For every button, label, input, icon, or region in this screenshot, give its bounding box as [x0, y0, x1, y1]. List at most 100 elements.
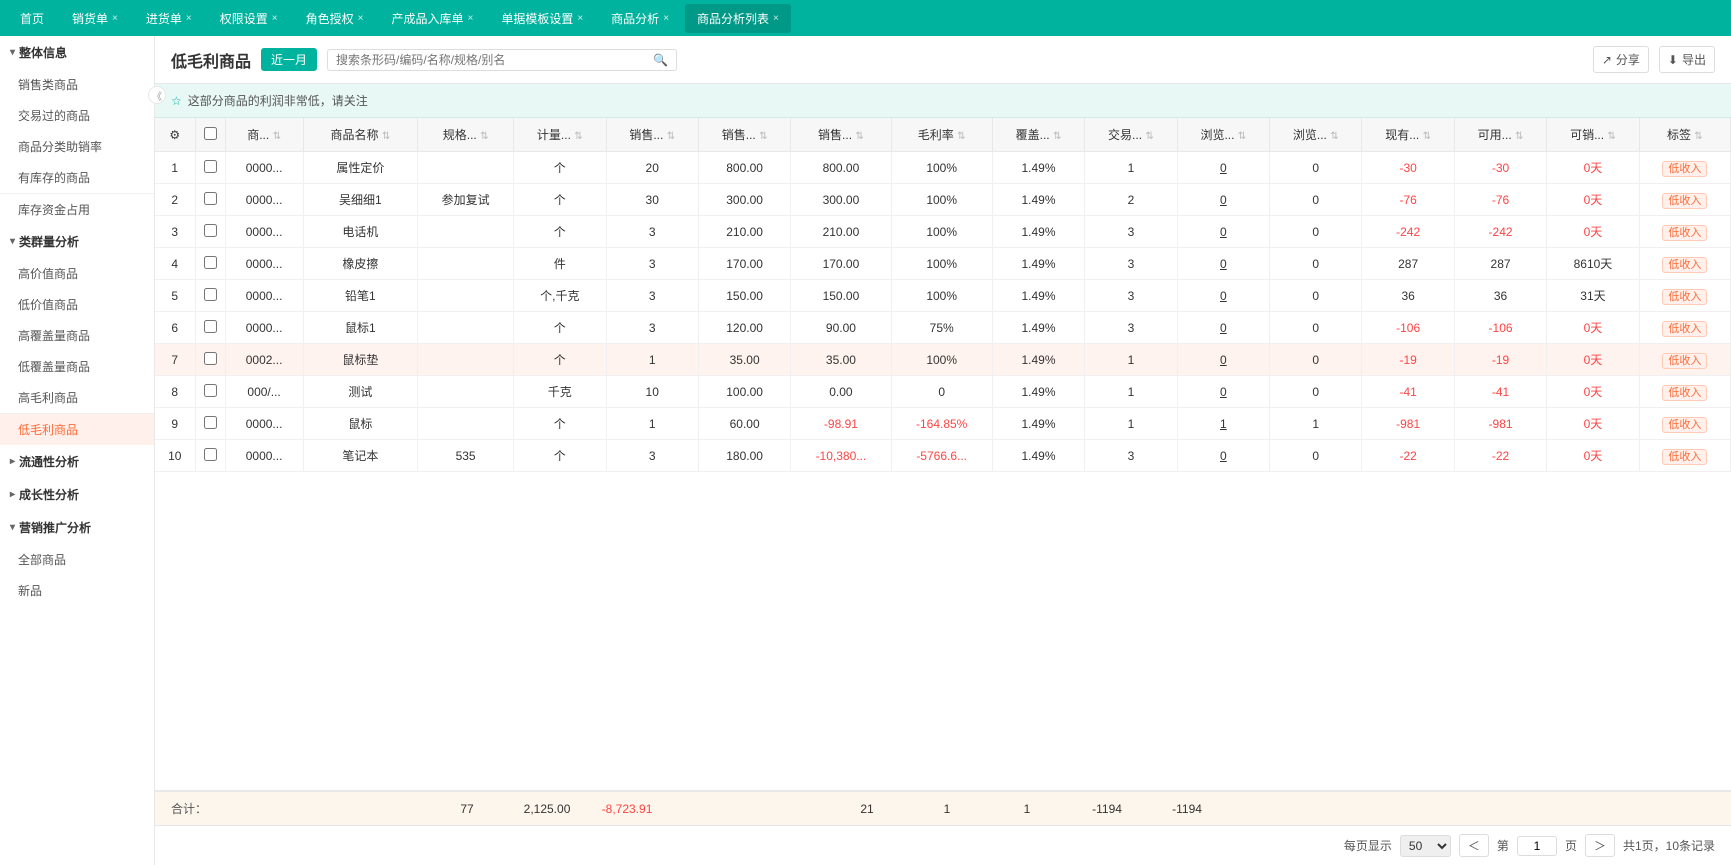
nav-product-analysis[interactable]: 商品分析 ×: [599, 4, 681, 33]
sidebar-section-liquidity[interactable]: ▸ 流通性分析: [0, 445, 154, 478]
row-select-checkbox[interactable]: [204, 384, 217, 397]
sidebar-item-high-value[interactable]: 高价值商品: [0, 258, 154, 289]
sidebar-item-high-coverage[interactable]: 高覆盖量商品: [0, 320, 154, 351]
nav-template-settings[interactable]: 单据模板设置 ×: [489, 4, 595, 33]
sidebar-item-new-goods[interactable]: 新品: [0, 575, 154, 606]
col-tag[interactable]: 标签 ⇅: [1639, 118, 1730, 152]
close-icon[interactable]: ×: [358, 13, 364, 24]
nav-permissions[interactable]: 权限设置 ×: [208, 4, 290, 33]
close-icon[interactable]: ×: [577, 13, 583, 24]
row-browse1[interactable]: 1: [1177, 408, 1269, 440]
row-checkbox[interactable]: [195, 248, 225, 280]
row-browse1[interactable]: 0: [1177, 184, 1269, 216]
col-checkbox[interactable]: [195, 118, 225, 152]
sidebar-item-low-coverage[interactable]: 低覆盖量商品: [0, 351, 154, 382]
close-icon[interactable]: ×: [112, 13, 118, 24]
col-transaction[interactable]: 交易... ⇅: [1085, 118, 1177, 152]
row-select-checkbox[interactable]: [204, 224, 217, 237]
row-select-checkbox[interactable]: [204, 320, 217, 333]
row-select-checkbox[interactable]: [204, 160, 217, 173]
nav-purchase-order[interactable]: 进货单 ×: [134, 4, 204, 33]
row-select-checkbox[interactable]: [204, 448, 217, 461]
sidebar-item-category-rate[interactable]: 商品分类助销率: [0, 131, 154, 162]
sidebar-collapse-button[interactable]: 《: [148, 86, 166, 104]
row-browse1[interactable]: 0: [1177, 312, 1269, 344]
row-select-checkbox[interactable]: [204, 192, 217, 205]
row-checkbox[interactable]: [195, 440, 225, 472]
col-gross-margin[interactable]: 毛利率 ⇅: [891, 118, 992, 152]
close-icon[interactable]: ×: [467, 13, 473, 24]
row-browse1[interactable]: 0: [1177, 344, 1269, 376]
col-code[interactable]: 商... ⇅: [225, 118, 303, 152]
row-sale-price: 100.00: [698, 376, 790, 408]
col-sale-qty[interactable]: 销售... ⇅: [606, 118, 698, 152]
row-checkbox[interactable]: [195, 312, 225, 344]
table-row: 5 0000... 铅笔1 个,千克 3 150.00 150.00 100% …: [155, 280, 1731, 312]
share-button[interactable]: ↗ 分享: [1593, 46, 1649, 73]
col-sale-amount[interactable]: 销售... ⇅: [791, 118, 891, 152]
row-checkbox[interactable]: [195, 376, 225, 408]
col-browse1[interactable]: 浏览... ⇅: [1177, 118, 1269, 152]
col-spec[interactable]: 规格... ⇅: [418, 118, 514, 152]
row-sale-price: 800.00: [698, 152, 790, 184]
row-browse1[interactable]: 0: [1177, 248, 1269, 280]
row-checkbox[interactable]: [195, 408, 225, 440]
page-number-input[interactable]: [1517, 836, 1557, 856]
sidebar-section-growth[interactable]: ▸ 成长性分析: [0, 478, 154, 511]
col-sale-price[interactable]: 销售... ⇅: [698, 118, 790, 152]
row-browse1[interactable]: 0: [1177, 216, 1269, 248]
close-icon[interactable]: ×: [773, 13, 779, 24]
row-checkbox[interactable]: [195, 216, 225, 248]
export-button[interactable]: ⬇ 导出: [1659, 46, 1715, 73]
nav-finished-goods[interactable]: 产成品入库单 ×: [379, 4, 485, 33]
nav-sales-order[interactable]: 销货单 ×: [60, 4, 130, 33]
col-coverage[interactable]: 覆盖... ⇅: [992, 118, 1084, 152]
row-checkbox[interactable]: [195, 344, 225, 376]
page-size-select[interactable]: 50 20 100: [1400, 835, 1451, 857]
sidebar-item-sales-goods[interactable]: 销售类商品: [0, 69, 154, 100]
col-settings[interactable]: ⚙: [155, 118, 195, 152]
search-input[interactable]: [336, 53, 648, 67]
row-browse1[interactable]: 0: [1177, 152, 1269, 184]
sidebar-section-cluster[interactable]: ▾ 类群量分析: [0, 225, 154, 258]
row-browse1[interactable]: 0: [1177, 376, 1269, 408]
select-all-checkbox[interactable]: [204, 127, 217, 140]
row-browse1[interactable]: 0: [1177, 280, 1269, 312]
nav-product-analysis-list[interactable]: 商品分析列表 ×: [685, 4, 791, 33]
sidebar-item-low-value[interactable]: 低价值商品: [0, 289, 154, 320]
col-available[interactable]: 可用... ⇅: [1454, 118, 1546, 152]
row-browse1[interactable]: 0: [1177, 440, 1269, 472]
row-select-checkbox[interactable]: [204, 352, 217, 365]
sidebar-item-low-margin[interactable]: 低毛利商品: [0, 413, 154, 445]
time-filter-button[interactable]: 近一月: [261, 48, 317, 71]
sidebar-section-overall[interactable]: ▾ 整体信息: [0, 36, 154, 69]
col-unit[interactable]: 计量... ⇅: [514, 118, 606, 152]
sidebar-item-traded-goods[interactable]: 交易过的商品: [0, 100, 154, 131]
close-icon[interactable]: ×: [272, 13, 278, 24]
col-current-stock[interactable]: 现有... ⇅: [1362, 118, 1454, 152]
prev-page-button[interactable]: ＜: [1459, 834, 1489, 857]
close-icon[interactable]: ×: [663, 13, 669, 24]
search-icon[interactable]: 🔍: [653, 53, 668, 67]
col-saleable[interactable]: 可销... ⇅: [1547, 118, 1639, 152]
sidebar-item-inventory-capital[interactable]: 库存资金占用: [0, 193, 154, 225]
close-icon[interactable]: ×: [186, 13, 192, 24]
row-checkbox[interactable]: [195, 184, 225, 216]
nav-role-auth[interactable]: 角色授权 ×: [294, 4, 376, 33]
nav-home[interactable]: 首页: [8, 4, 56, 33]
row-unit: 件: [514, 248, 606, 280]
col-browse2[interactable]: 浏览... ⇅: [1270, 118, 1362, 152]
sidebar-item-high-margin[interactable]: 高毛利商品: [0, 382, 154, 413]
row-transaction: 3: [1085, 216, 1177, 248]
col-name[interactable]: 商品名称 ⇅: [303, 118, 417, 152]
row-select-checkbox[interactable]: [204, 416, 217, 429]
sidebar-section-marketing[interactable]: ▾ 营销推广分析: [0, 511, 154, 544]
row-select-checkbox[interactable]: [204, 256, 217, 269]
row-checkbox[interactable]: [195, 280, 225, 312]
sidebar-item-stocked-goods[interactable]: 有库存的商品: [0, 162, 154, 193]
row-code: 000/...: [225, 376, 303, 408]
sidebar-item-all-goods[interactable]: 全部商品: [0, 544, 154, 575]
row-select-checkbox[interactable]: [204, 288, 217, 301]
next-page-button[interactable]: ＞: [1585, 834, 1615, 857]
row-checkbox[interactable]: [195, 152, 225, 184]
